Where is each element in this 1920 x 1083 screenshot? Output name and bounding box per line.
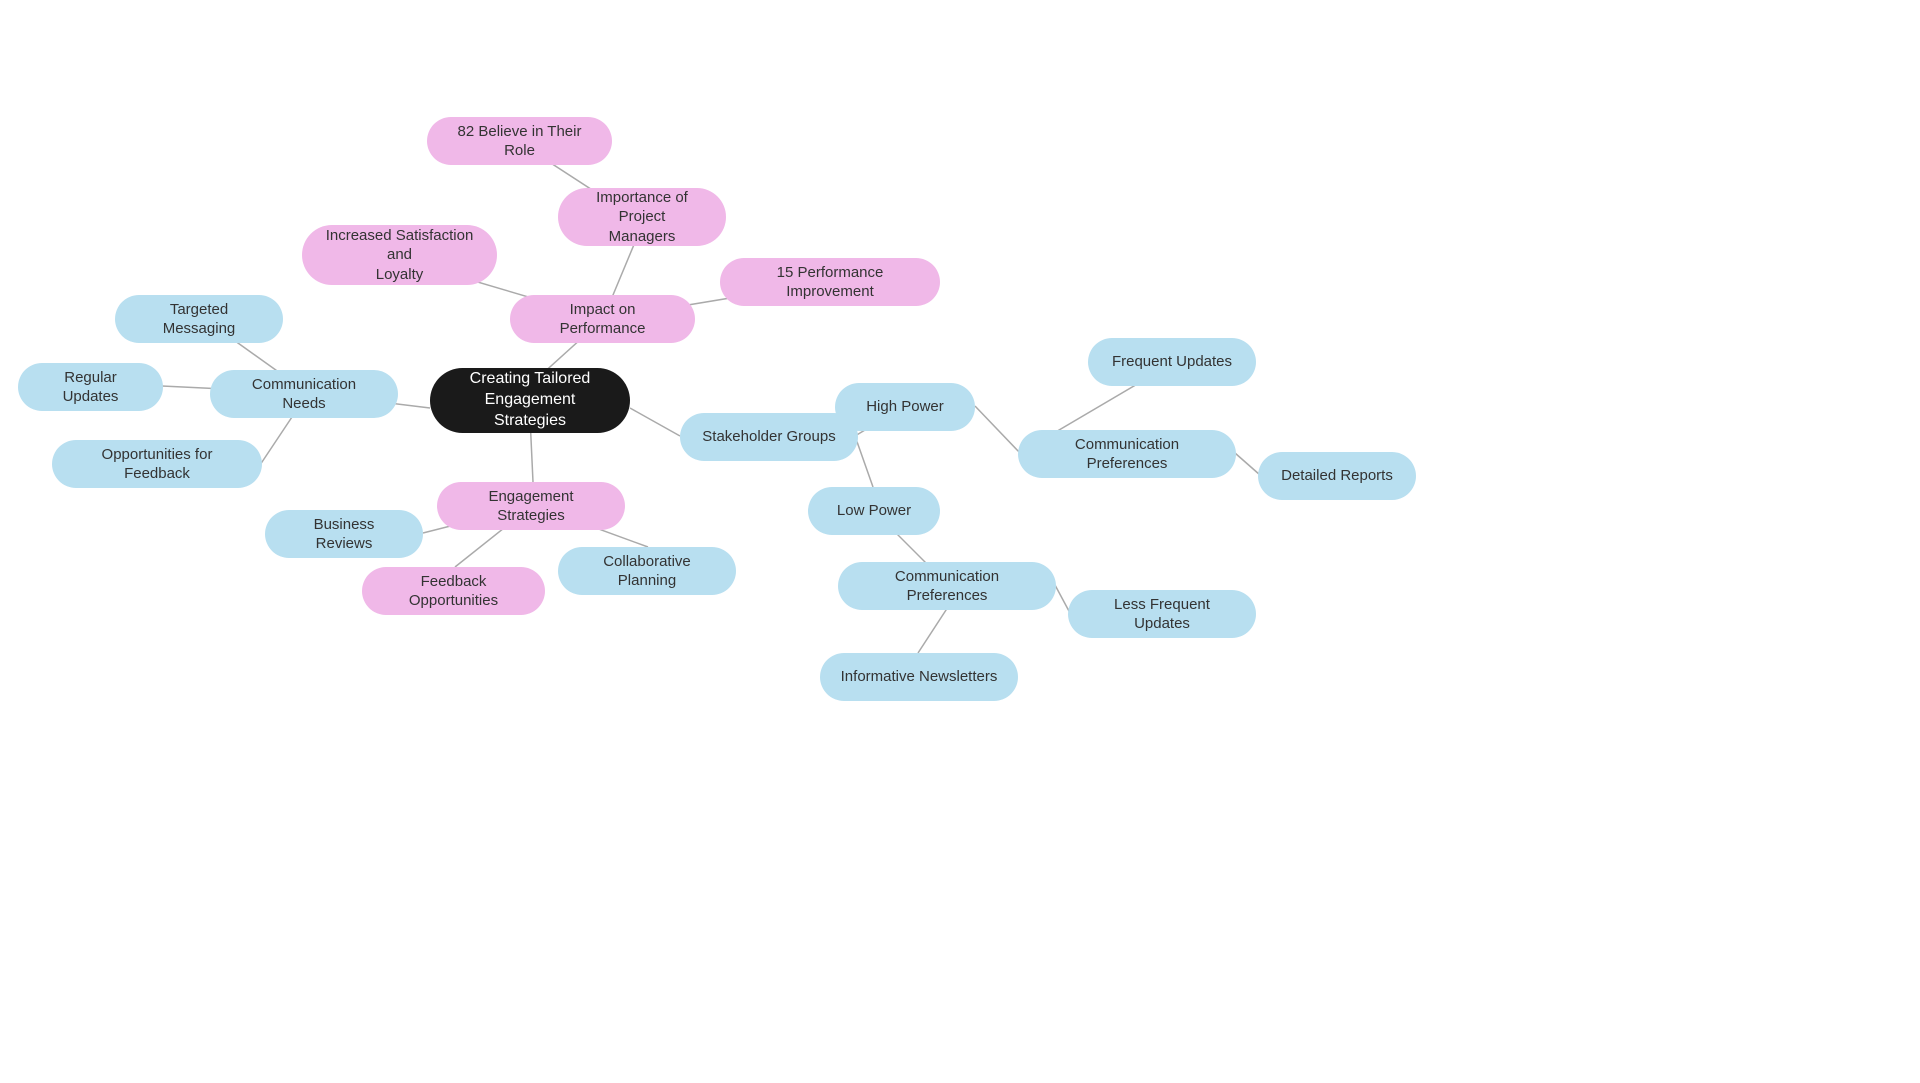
low-power-node: Low Power — [808, 487, 940, 535]
importance-project-managers-node: Importance of Project Managers — [558, 188, 726, 246]
detailed-reports-node: Detailed Reports — [1258, 452, 1416, 500]
business-reviews-node: Business Reviews — [265, 510, 423, 558]
communication-needs-node: Communication Needs — [210, 370, 398, 418]
performance-improvement-node: 15 Performance Improvement — [720, 258, 940, 306]
comm-pref-high-node: Communication Preferences — [1018, 430, 1236, 478]
targeted-messaging-node: Targeted Messaging — [115, 295, 283, 343]
opportunities-for-feedback-node: Opportunities for Feedback — [52, 440, 262, 488]
engagement-strategies-node: Engagement Strategies — [437, 482, 625, 530]
believe-in-role-node: 82 Believe in Their Role — [427, 117, 612, 165]
feedback-opportunities-node: Feedback Opportunities — [362, 567, 545, 615]
comm-pref-low-node: Communication Preferences — [838, 562, 1056, 610]
impact-on-performance-node: Impact on Performance — [510, 295, 695, 343]
regular-updates-node: Regular Updates — [18, 363, 163, 411]
less-frequent-updates-node: Less Frequent Updates — [1068, 590, 1256, 638]
collaborative-planning-node: Collaborative Planning — [558, 547, 736, 595]
stakeholder-groups-node: Stakeholder Groups — [680, 413, 858, 461]
informative-newsletters-node: Informative Newsletters — [820, 653, 1018, 701]
frequent-updates-node: Frequent Updates — [1088, 338, 1256, 386]
increased-satisfaction-node: Increased Satisfaction and Loyalty — [302, 225, 497, 285]
high-power-node: High Power — [835, 383, 975, 431]
center-node: Creating Tailored Engagement Strategies — [430, 368, 630, 433]
